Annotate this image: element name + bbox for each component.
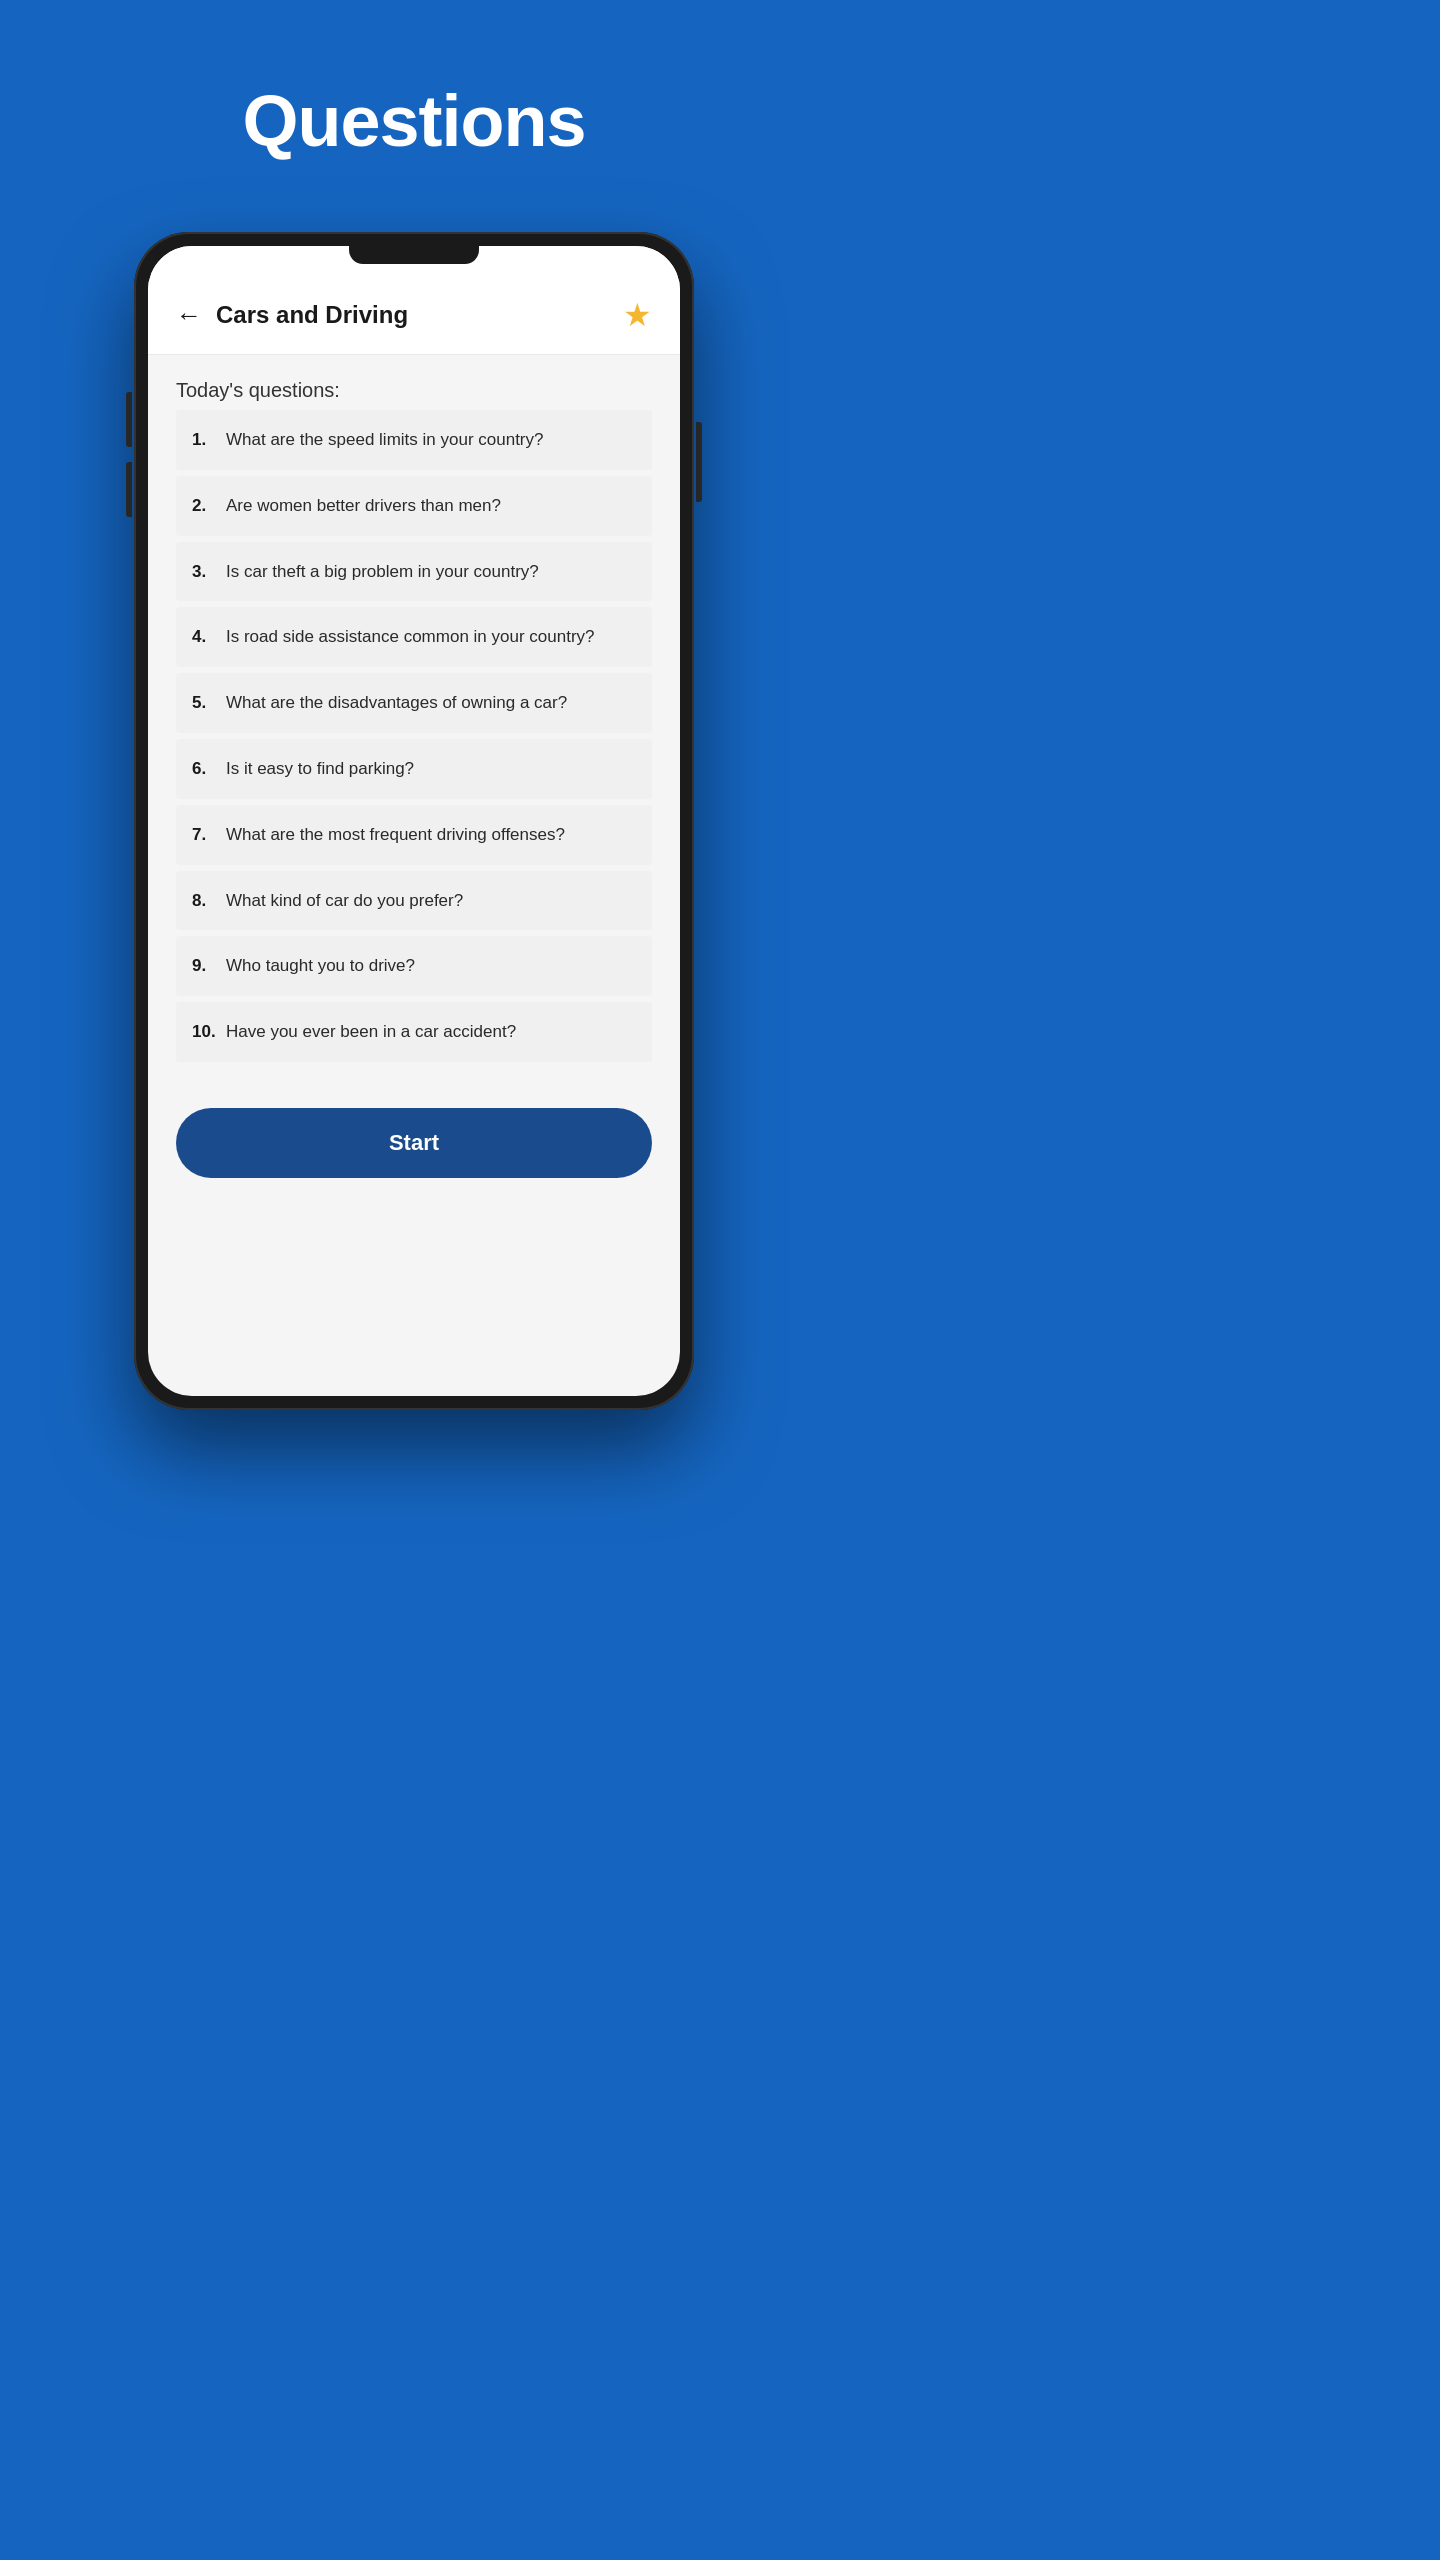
page-title-container: Questions	[0, 0, 828, 202]
question-number: 2.	[192, 494, 220, 518]
question-text: Is it easy to find parking?	[226, 757, 414, 781]
question-item[interactable]: 9.Who taught you to drive?	[176, 936, 652, 996]
start-button[interactable]: Start	[176, 1108, 652, 1178]
question-item[interactable]: 2.Are women better drivers than men?	[176, 476, 652, 536]
phone-screen: ← Cars and Driving ★ Today's questions: …	[148, 246, 680, 1396]
question-text: What are the most frequent driving offen…	[226, 823, 565, 847]
question-number: 9.	[192, 954, 220, 978]
question-number: 6.	[192, 757, 220, 781]
questions-list: 1.What are the speed limits in your coun…	[176, 410, 652, 1062]
question-number: 7.	[192, 823, 220, 847]
question-text: What are the speed limits in your countr…	[226, 428, 543, 452]
vol-down-button	[126, 462, 132, 517]
question-text: Who taught you to drive?	[226, 954, 415, 978]
question-item[interactable]: 8.What kind of car do you prefer?	[176, 871, 652, 931]
question-number: 8.	[192, 889, 220, 913]
question-item[interactable]: 3.Is car theft a big problem in your cou…	[176, 542, 652, 602]
question-text: What kind of car do you prefer?	[226, 889, 463, 913]
question-item[interactable]: 4.Is road side assistance common in your…	[176, 607, 652, 667]
phone-wrapper: ← Cars and Driving ★ Today's questions: …	[134, 232, 694, 1410]
back-button[interactable]: ←	[176, 302, 202, 328]
phone-notch	[349, 246, 479, 264]
content-area: Today's questions: 1.What are the speed …	[148, 355, 680, 1088]
question-number: 10.	[192, 1020, 220, 1044]
star-icon[interactable]: ★	[623, 296, 652, 334]
question-text: Is road side assistance common in your c…	[226, 625, 595, 649]
start-button-container: Start	[148, 1088, 680, 1208]
question-item[interactable]: 5.What are the disadvantages of owning a…	[176, 673, 652, 733]
question-number: 4.	[192, 625, 220, 649]
question-item[interactable]: 1.What are the speed limits in your coun…	[176, 410, 652, 470]
question-text: Have you ever been in a car accident?	[226, 1020, 516, 1044]
question-item[interactable]: 10.Have you ever been in a car accident?	[176, 1002, 652, 1062]
section-label: Today's questions:	[176, 379, 652, 402]
power-button	[696, 422, 702, 502]
question-item[interactable]: 7.What are the most frequent driving off…	[176, 805, 652, 865]
question-number: 1.	[192, 428, 220, 452]
question-item[interactable]: 6.Is it easy to find parking?	[176, 739, 652, 799]
phone-frame: ← Cars and Driving ★ Today's questions: …	[134, 232, 694, 1410]
question-text: Is car theft a big problem in your count…	[226, 560, 539, 584]
vol-up-button	[126, 392, 132, 447]
question-text: Are women better drivers than men?	[226, 494, 501, 518]
header-title: Cars and Driving	[216, 301, 408, 329]
question-text: What are the disadvantages of owning a c…	[226, 691, 567, 715]
page-title: Questions	[40, 80, 788, 162]
question-number: 5.	[192, 691, 220, 715]
question-number: 3.	[192, 560, 220, 584]
